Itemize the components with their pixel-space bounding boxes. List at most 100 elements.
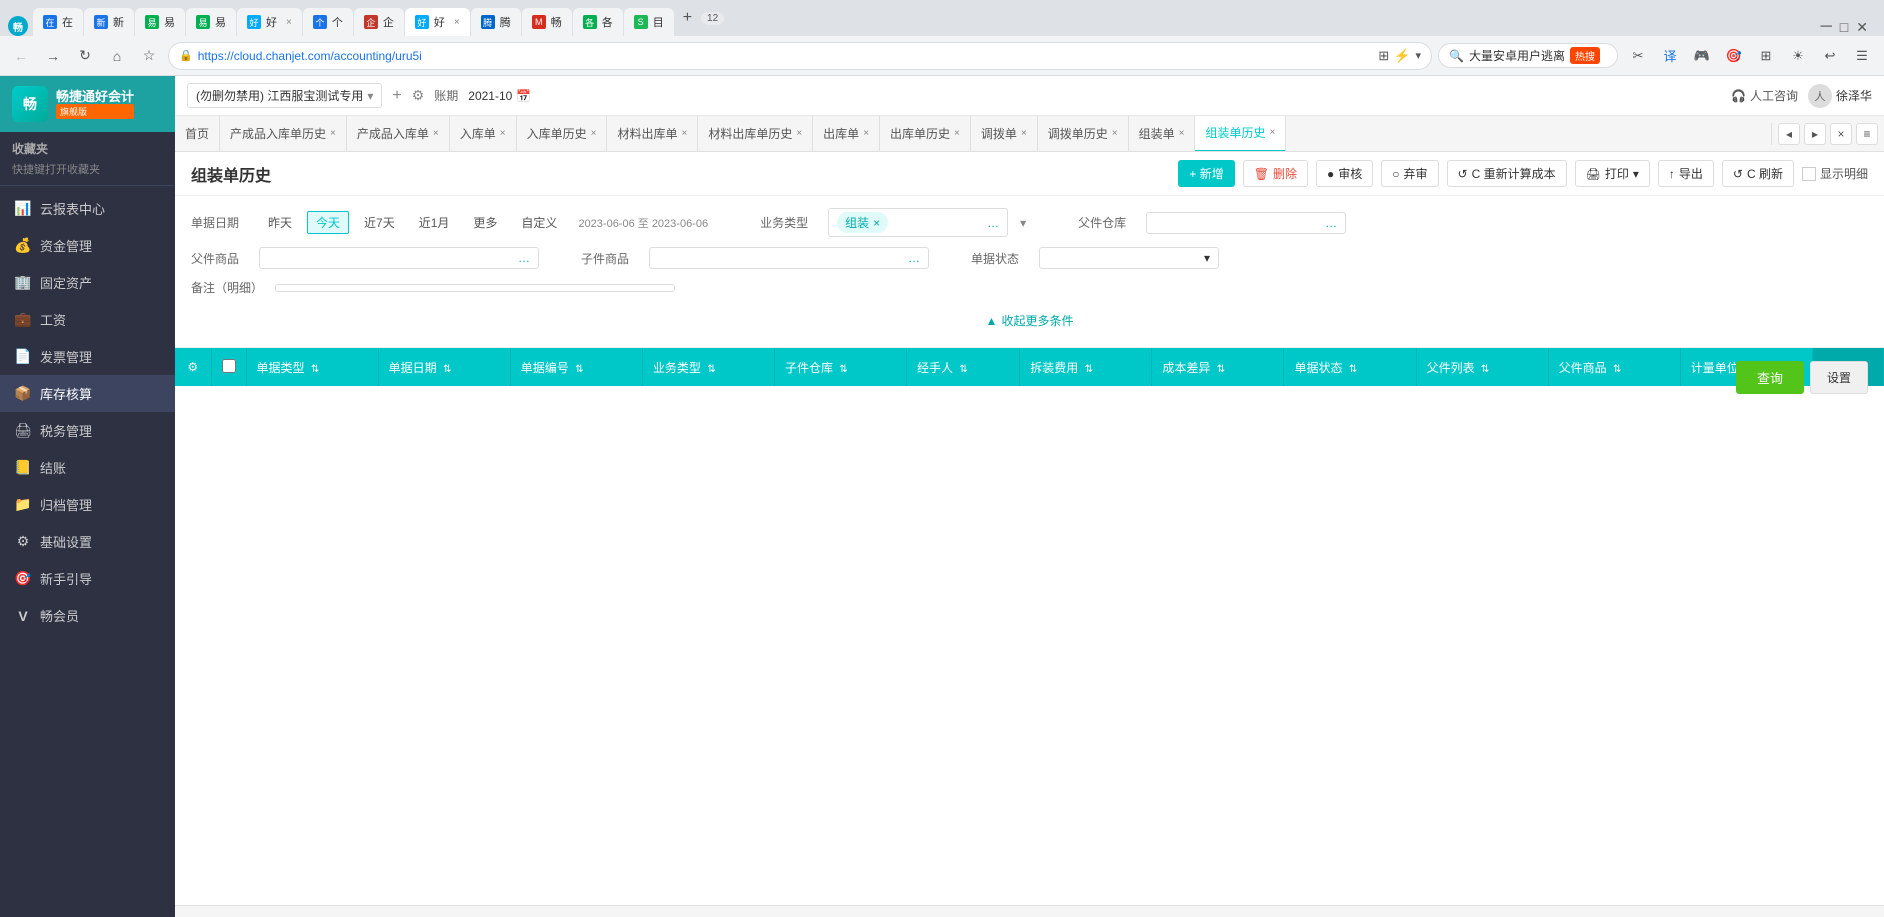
- sun-icon[interactable]: ☀: [1784, 42, 1812, 70]
- nav-tab-outbound[interactable]: 出库单 ×: [813, 116, 880, 152]
- collapse-bar[interactable]: ▲ 收起更多条件: [191, 306, 1868, 335]
- tab-8[interactable]: 好 好 ×: [405, 8, 470, 36]
- nav-tab-home[interactable]: 首页: [175, 116, 220, 152]
- display-detail-checkbox[interactable]: [1802, 167, 1816, 181]
- col-parent-list[interactable]: 父件列表 ⇅: [1416, 348, 1548, 386]
- nav-tab-inbound[interactable]: 入库单 ×: [450, 116, 517, 152]
- close-window-button[interactable]: ✕: [1856, 19, 1868, 36]
- address-chevron-down-icon[interactable]: ▾: [1415, 49, 1421, 62]
- col-handler[interactable]: 经手人 ⇅: [907, 348, 1020, 386]
- nav-tab-assembly[interactable]: 组装单 ×: [1129, 116, 1196, 152]
- biztype-input[interactable]: 组装 × …: [828, 208, 1008, 237]
- select-all-checkbox[interactable]: [222, 359, 236, 373]
- delete-button[interactable]: 🗑 删除: [1243, 160, 1308, 187]
- tab-9[interactable]: 腾 腾: [471, 8, 521, 36]
- bookmark-button[interactable]: ☆: [136, 43, 162, 69]
- back-button[interactable]: ←: [8, 43, 34, 69]
- undo-icon[interactable]: ↩: [1816, 42, 1844, 70]
- col-bill-status[interactable]: 单据状态 ⇅: [1284, 348, 1416, 386]
- nav-tab-material-outbound-history[interactable]: 材料出库单历史 ×: [698, 116, 813, 152]
- display-detail-toggle[interactable]: 显示明细: [1802, 165, 1868, 182]
- date-yesterday-btn[interactable]: 昨天: [259, 211, 301, 234]
- date-more-btn[interactable]: 更多: [464, 211, 506, 234]
- tab-close-5[interactable]: ×: [286, 17, 292, 28]
- minimize-button[interactable]: ─: [1820, 18, 1831, 36]
- sidebar-item-archive[interactable]: 📁 归档管理: [0, 486, 175, 523]
- nav-tab-close-inbound[interactable]: ×: [500, 128, 506, 139]
- nav-tabs-more[interactable]: ≡: [1856, 123, 1878, 145]
- sub-goods-input[interactable]: …: [649, 247, 929, 269]
- sidebar-item-fixed-assets[interactable]: 🏢 固定资产: [0, 264, 175, 301]
- sidebar-item-invoice-management[interactable]: 📄 发票管理: [0, 338, 175, 375]
- parent-warehouse-more-btn[interactable]: …: [1325, 216, 1337, 230]
- sidebar-item-cloud-reports[interactable]: 📊 云报表中心: [0, 190, 175, 227]
- nav-tab-close-inbound-history[interactable]: ×: [591, 128, 597, 139]
- maximize-button[interactable]: □: [1840, 19, 1848, 35]
- nav-tab-close-material-outbound-history[interactable]: ×: [796, 128, 802, 139]
- date-today-btn[interactable]: 今天: [307, 211, 349, 234]
- nav-tab-outbound-history[interactable]: 出库单历史 ×: [880, 116, 971, 152]
- remark-input[interactable]: [275, 284, 675, 292]
- scissors-icon[interactable]: ✂: [1624, 42, 1652, 70]
- sidebar-item-inventory[interactable]: 📦 库存核算: [0, 375, 175, 412]
- sub-goods-more-btn[interactable]: …: [908, 251, 920, 265]
- menu-icon[interactable]: ☰: [1848, 42, 1876, 70]
- col-check[interactable]: [211, 348, 246, 386]
- reload-button[interactable]: ↻: [72, 43, 98, 69]
- recalculate-button[interactable]: ↺ C 重新计算成本: [1447, 160, 1567, 187]
- nav-tab-close-fg[interactable]: ×: [433, 128, 439, 139]
- sidebar-item-vip[interactable]: V 畅会员: [0, 597, 175, 634]
- nav-tab-finished-goods-history[interactable]: 产成品入库单历史 ×: [220, 116, 347, 152]
- tab-close-8[interactable]: ×: [454, 17, 460, 28]
- extension-icon[interactable]: 🎮: [1688, 42, 1716, 70]
- col-bill-no[interactable]: 单据编号 ⇅: [510, 348, 642, 386]
- user-info[interactable]: 人 徐泽华: [1808, 84, 1872, 108]
- new-button[interactable]: + 新增: [1178, 160, 1234, 187]
- tab-7[interactable]: 企 企: [354, 8, 404, 36]
- settings-icon-top[interactable]: ⚙: [412, 87, 425, 104]
- nav-tab-close-assembly[interactable]: ×: [1179, 128, 1185, 139]
- tab-1[interactable]: 在 在: [33, 8, 83, 36]
- abandon-button[interactable]: ○ 弃审: [1381, 160, 1438, 187]
- nav-tab-close-transfer[interactable]: ×: [1021, 128, 1027, 139]
- support-button[interactable]: 🎧 人工咨询: [1731, 87, 1798, 104]
- filter-settings-button[interactable]: 设置: [1810, 361, 1868, 394]
- tab-11[interactable]: 各 各: [573, 8, 623, 36]
- nav-tab-material-outbound[interactable]: 材料出库单 ×: [607, 116, 698, 152]
- audit-button[interactable]: ● 审核: [1316, 160, 1373, 187]
- nav-tab-close-transfer-history[interactable]: ×: [1112, 128, 1118, 139]
- add-company-button[interactable]: +: [392, 87, 401, 105]
- biztype-chevron-down-icon[interactable]: ▾: [1020, 216, 1026, 230]
- nav-tabs-left-arrow[interactable]: ◂: [1778, 123, 1800, 145]
- period-selector[interactable]: 2021-10 📅: [468, 89, 531, 103]
- col-bill-date[interactable]: 单据日期 ⇅: [378, 348, 510, 386]
- translate-icon[interactable]: 译: [1656, 42, 1684, 70]
- tab-10[interactable]: M 畅: [522, 8, 572, 36]
- col-bill-type[interactable]: 单据类型 ⇅: [246, 348, 378, 386]
- game-icon[interactable]: 🎯: [1720, 42, 1748, 70]
- nav-tabs-right-arrow[interactable]: ▸: [1804, 123, 1826, 145]
- sidebar-item-basic-settings[interactable]: ⚙ 基础设置: [0, 523, 175, 560]
- biztype-tag-remove[interactable]: ×: [873, 216, 880, 230]
- parent-warehouse-input[interactable]: …: [1146, 212, 1346, 234]
- print-button[interactable]: 🖨 打印 ▾: [1575, 160, 1650, 187]
- tab-5[interactable]: 好 好 ×: [237, 8, 302, 36]
- nav-tab-transfer-history[interactable]: 调拨单历史 ×: [1038, 116, 1129, 152]
- date-custom-btn[interactable]: 自定义: [512, 211, 566, 234]
- home-button[interactable]: ⌂: [104, 43, 130, 69]
- nav-tab-close-material-outbound[interactable]: ×: [681, 128, 687, 139]
- qr-icon[interactable]: ⊞: [1378, 48, 1389, 64]
- col-disassemble-fee[interactable]: 拆装费用 ⇅: [1020, 348, 1152, 386]
- nav-tab-close-outbound[interactable]: ×: [863, 128, 869, 139]
- col-biz-type[interactable]: 业务类型 ⇅: [642, 348, 774, 386]
- grid-icon[interactable]: ⊞: [1752, 42, 1780, 70]
- sidebar-item-fund-management[interactable]: 💰 资金管理: [0, 227, 175, 264]
- tab-3[interactable]: 易 易: [135, 8, 185, 36]
- nav-tab-assembly-history[interactable]: 组装单历史 ×: [1195, 116, 1286, 152]
- search-bar[interactable]: 🔍 大量安卓用户逃离 热搜: [1438, 43, 1618, 68]
- nav-tab-transfer[interactable]: 调拨单 ×: [971, 116, 1038, 152]
- tab-6[interactable]: 个 个: [303, 8, 353, 36]
- lightning-icon[interactable]: ⚡: [1394, 48, 1410, 64]
- bill-status-dropdown[interactable]: ▾: [1039, 247, 1219, 269]
- sidebar-item-close-account[interactable]: 📒 结账: [0, 449, 175, 486]
